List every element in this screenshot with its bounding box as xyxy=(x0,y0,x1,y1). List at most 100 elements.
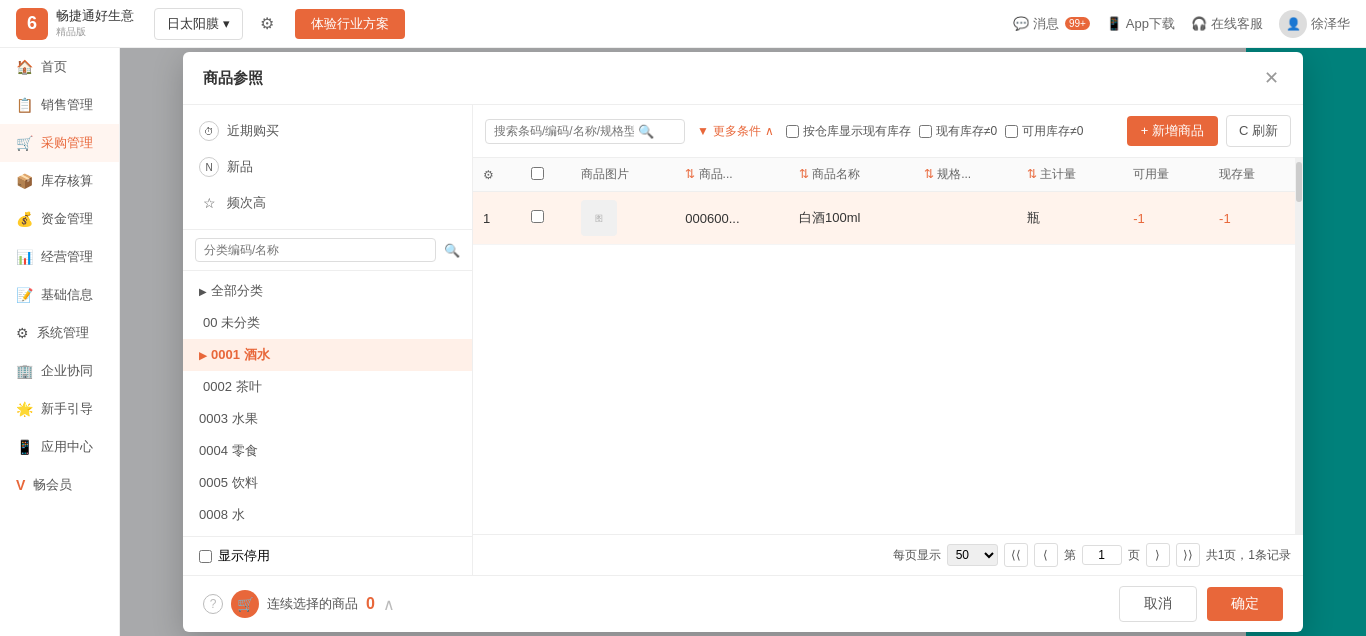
prev-page-btn[interactable]: ⟨ xyxy=(1034,543,1058,567)
page-input[interactable] xyxy=(1082,545,1122,565)
category-search-icon[interactable]: 🔍 xyxy=(444,243,460,258)
check-available-stock[interactable]: 可用库存≠0 xyxy=(1005,123,1083,140)
category-0002[interactable]: 0002 茶叶 xyxy=(183,371,472,403)
main-content: 商品参照 ✕ ⏱ 近期购买 N 新品 xyxy=(120,48,1366,636)
nav-high-frequency[interactable]: ☆ 频次高 xyxy=(183,185,472,221)
product-search-box[interactable]: 🔍 xyxy=(485,119,685,144)
category-00[interactable]: 00 未分类 xyxy=(183,307,472,339)
purchase-icon: 🛒 xyxy=(16,135,33,151)
category-0004[interactable]: 0004 零食 xyxy=(183,435,472,467)
first-page-btn[interactable]: ⟨⟨ xyxy=(1004,543,1028,567)
modal-title: 商品参照 xyxy=(203,69,263,88)
cart-label: 连续选择的商品 xyxy=(267,595,358,613)
per-page-select[interactable]: 50 100 xyxy=(947,544,998,566)
check-warehouse[interactable]: 按仓库显示现有库存 xyxy=(786,123,911,140)
sidebar-item-sales[interactable]: 📋 销售管理 xyxy=(0,86,119,124)
user-item[interactable]: 👤 徐泽华 xyxy=(1279,10,1350,38)
nav-recent-buy[interactable]: ⏱ 近期购买 xyxy=(183,113,472,149)
modal-left-panel: ⏱ 近期购买 N 新品 ☆ 频次高 xyxy=(183,105,473,575)
main-layout: 🏠 首页 📋 销售管理 🛒 采购管理 📦 库存核算 💰 资金管理 📊 经营管理 … xyxy=(0,48,1366,636)
current-stock-checkbox[interactable] xyxy=(919,125,932,138)
category-0005-label: 0005 饮料 xyxy=(199,474,258,492)
trial-button[interactable]: 体验行业方案 xyxy=(295,9,405,39)
check-available-label: 可用库存≠0 xyxy=(1022,123,1083,140)
sidebar-item-inventory[interactable]: 📦 库存核算 xyxy=(0,162,119,200)
product-search-input[interactable] xyxy=(494,124,634,138)
nav-new-product[interactable]: N 新品 xyxy=(183,149,472,185)
help-icon[interactable]: ? xyxy=(203,594,223,614)
scrollbar-thumb[interactable] xyxy=(1296,162,1302,202)
cart-icon: 🛒 xyxy=(231,590,259,618)
check-current-stock[interactable]: 现有库存≠0 xyxy=(919,123,997,140)
settings-icon[interactable]: ⚙ xyxy=(483,168,494,182)
sidebar-item-guide[interactable]: 🌟 新手引导 xyxy=(0,390,119,428)
refresh-button[interactable]: C 刷新 xyxy=(1226,115,1291,147)
col-spec[interactable]: ⇅ 规格... xyxy=(914,158,1017,192)
apps-icon: 📱 xyxy=(16,439,33,455)
col-code[interactable]: ⇅ 商品... xyxy=(675,158,789,192)
top-nav: 6 畅捷通好生意 精品版 日太阳膜 ▾ ⚙ 体验行业方案 💬 消息 99+ 📱 … xyxy=(0,0,1366,48)
category-0003[interactable]: 0003 水果 xyxy=(183,403,472,435)
next-page-btn[interactable]: ⟩ xyxy=(1146,543,1170,567)
category-0001[interactable]: ▶ 0001 酒水 xyxy=(183,339,472,371)
category-all[interactable]: ▶ 全部分类 xyxy=(183,275,472,307)
sort-unit-icon: ⇅ xyxy=(1027,167,1037,181)
message-item[interactable]: 💬 消息 99+ xyxy=(1013,15,1090,33)
add-product-button[interactable]: + 新增商品 xyxy=(1127,116,1218,146)
category-0005[interactable]: 0005 饮料 xyxy=(183,467,472,499)
sidebar-label-sales: 销售管理 xyxy=(41,96,93,114)
select-all-checkbox[interactable] xyxy=(531,167,544,180)
sidebar-item-finance[interactable]: 💰 资金管理 xyxy=(0,200,119,238)
modal-close-button[interactable]: ✕ xyxy=(1259,66,1283,90)
col-available: 可用量 xyxy=(1123,158,1209,192)
col-name[interactable]: ⇅ 商品名称 xyxy=(789,158,914,192)
scrollbar[interactable] xyxy=(1295,158,1303,534)
col-checkbox xyxy=(521,158,572,192)
col-unit[interactable]: ⇅ 主计量 xyxy=(1017,158,1123,192)
phone-icon: 📱 xyxy=(1106,16,1122,31)
online-service-item[interactable]: 🎧 在线客服 xyxy=(1191,15,1263,33)
thumb-placeholder: 图 xyxy=(595,213,603,224)
sidebar-item-home[interactable]: 🏠 首页 xyxy=(0,48,119,86)
category-search: 🔍 xyxy=(183,230,472,271)
warehouse-checkbox[interactable] xyxy=(786,125,799,138)
available-stock-checkbox[interactable] xyxy=(1005,125,1018,138)
category-0008[interactable]: 0008 水 xyxy=(183,499,472,531)
show-disabled-label: 显示停用 xyxy=(218,547,270,565)
sidebar-item-operations[interactable]: 📊 经营管理 xyxy=(0,238,119,276)
row-checkbox[interactable] xyxy=(531,210,544,223)
collapse-cart-icon[interactable]: ∧ xyxy=(383,595,395,614)
show-disabled-checkbox[interactable] xyxy=(199,550,212,563)
more-filter-btn[interactable]: ▼ 更多条件 ∧ xyxy=(693,123,778,140)
nav-selector[interactable]: 日太阳膜 ▾ xyxy=(154,8,243,40)
sidebar-label-apps: 应用中心 xyxy=(41,438,93,456)
sidebar-item-vip[interactable]: V 畅会员 xyxy=(0,466,119,504)
message-badge: 99+ xyxy=(1065,17,1090,30)
recent-buy-label: 近期购买 xyxy=(227,122,279,140)
modal-right-panel: 🔍 ▼ 更多条件 ∧ 按仓库显示现有库存 xyxy=(473,105,1303,575)
category-list: ▶ 全部分类 00 未分类 ▶ 0001 酒水 xyxy=(183,271,472,536)
footer-right: 取消 确定 xyxy=(1119,586,1283,622)
star-icon: ☆ xyxy=(199,193,219,213)
cancel-button[interactable]: 取消 xyxy=(1119,586,1197,622)
product-table: ⚙ 商品图片 ⇅ 商品... xyxy=(473,158,1295,245)
last-page-btn[interactable]: ⟩⟩ xyxy=(1176,543,1200,567)
confirm-button[interactable]: 确定 xyxy=(1207,587,1283,621)
online-service-label: 在线客服 xyxy=(1211,15,1263,33)
sidebar-label-home: 首页 xyxy=(41,58,67,76)
app-download-item[interactable]: 📱 App下载 xyxy=(1106,15,1175,33)
category-search-input[interactable] xyxy=(195,238,436,262)
finance-icon: 💰 xyxy=(16,211,33,227)
product-reference-modal: 商品参照 ✕ ⏱ 近期购买 N 新品 xyxy=(183,52,1303,632)
sidebar-item-collab[interactable]: 🏢 企业协同 xyxy=(0,352,119,390)
table-row[interactable]: 1 图 xyxy=(473,192,1295,245)
sidebar-item-purchase[interactable]: 🛒 采购管理 xyxy=(0,124,119,162)
sidebar-item-apps[interactable]: 📱 应用中心 xyxy=(0,428,119,466)
gear-button[interactable]: ⚙ xyxy=(251,8,283,40)
sidebar-item-system[interactable]: ⚙ 系统管理 xyxy=(0,314,119,352)
nav-right: 💬 消息 99+ 📱 App下载 🎧 在线客服 👤 徐泽华 xyxy=(1013,10,1350,38)
sort-spec-icon: ⇅ xyxy=(924,167,934,181)
sidebar-item-basic[interactable]: 📝 基础信息 xyxy=(0,276,119,314)
total-label: 共1页，1条记录 xyxy=(1206,547,1291,564)
cell-unit: 瓶 xyxy=(1017,192,1123,245)
